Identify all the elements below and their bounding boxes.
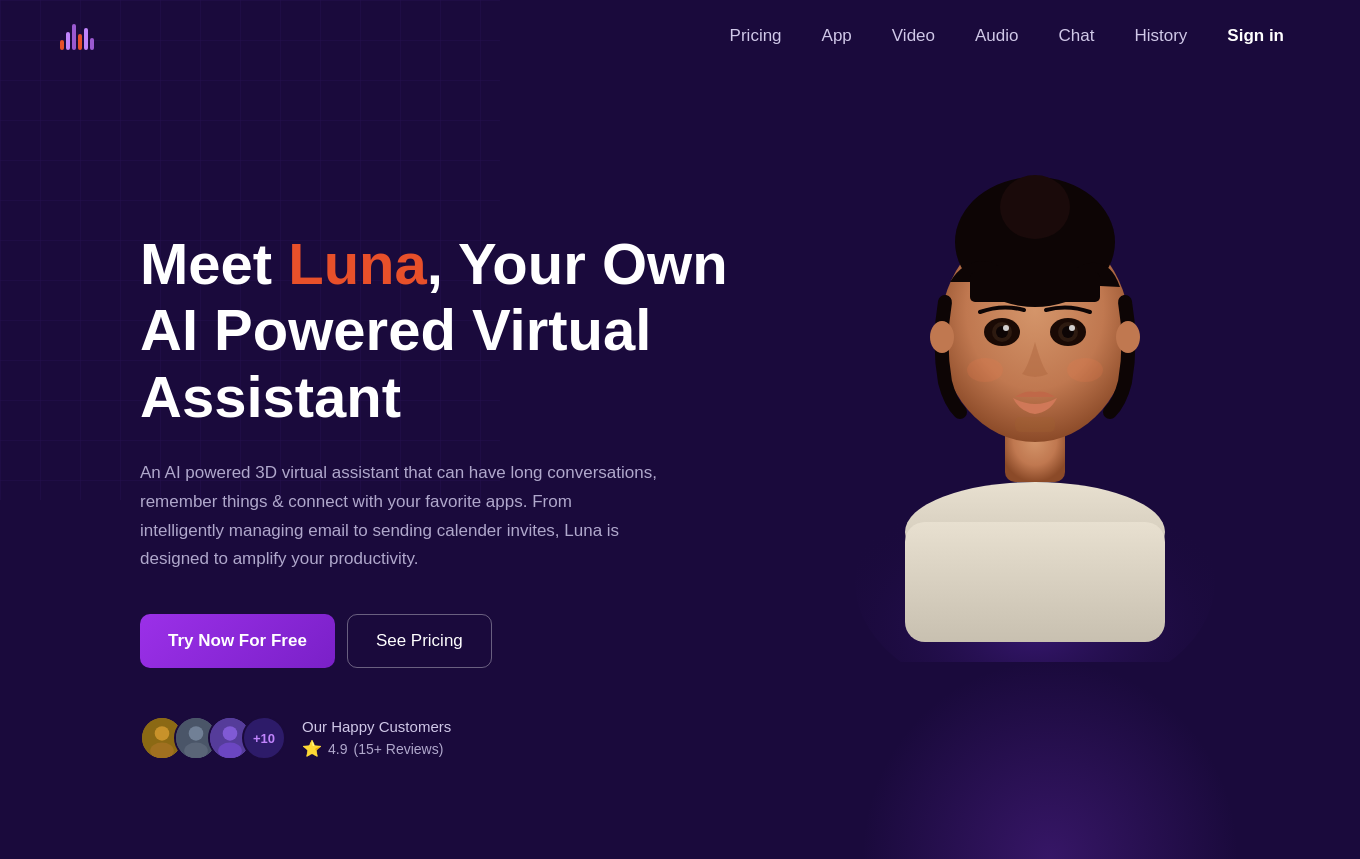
nav-links: Pricing App Video Audio Chat History Sig… xyxy=(714,16,1300,56)
hero-description: An AI powered 3D virtual assistant that … xyxy=(140,459,660,575)
svg-rect-16 xyxy=(970,272,1100,302)
avatar-group: +10 xyxy=(140,716,286,760)
hero-buttons: Try Now For Free See Pricing xyxy=(140,614,740,668)
svg-point-8 xyxy=(218,743,242,759)
ai-character-svg xyxy=(850,102,1220,662)
hero-title: Meet Luna, Your Own AI Powered Virtual A… xyxy=(140,231,740,431)
rating-value: 4.9 xyxy=(328,741,347,757)
try-now-button[interactable]: Try Now For Free xyxy=(140,614,335,668)
customers-label: Our Happy Customers xyxy=(302,718,451,735)
svg-point-17 xyxy=(930,321,954,353)
nav-item-pricing[interactable]: Pricing xyxy=(714,16,798,56)
svg-point-22 xyxy=(1003,325,1009,331)
svg-rect-12 xyxy=(905,522,1165,642)
logo-bar-4 xyxy=(78,34,82,50)
logo[interactable] xyxy=(60,22,94,50)
hero-title-name: Luna xyxy=(288,231,427,296)
svg-point-2 xyxy=(150,743,174,759)
nav-item-audio[interactable]: Audio xyxy=(959,16,1034,56)
svg-point-27 xyxy=(967,358,1003,382)
svg-point-5 xyxy=(184,743,208,759)
reviews-count: (15+ Reviews) xyxy=(353,741,443,757)
logo-bar-2 xyxy=(66,32,70,50)
sign-in-button[interactable]: Sign in xyxy=(1211,16,1300,56)
svg-point-26 xyxy=(1069,325,1075,331)
navbar: Pricing App Video Audio Chat History Sig… xyxy=(0,0,1360,72)
logo-icon xyxy=(60,22,94,50)
customers-rating: ⭐ 4.9 (15+ Reviews) xyxy=(302,739,451,758)
svg-point-18 xyxy=(1116,321,1140,353)
ai-avatar xyxy=(850,102,1220,682)
logo-bar-1 xyxy=(60,40,64,50)
logo-bar-3 xyxy=(72,24,76,50)
logo-bar-5 xyxy=(84,28,88,50)
nav-item-app[interactable]: App xyxy=(806,16,868,56)
nav-item-chat[interactable]: Chat xyxy=(1043,16,1111,56)
customers-section: +10 Our Happy Customers ⭐ 4.9 (15+ Revie… xyxy=(140,716,740,760)
svg-point-7 xyxy=(223,726,238,741)
logo-bar-6 xyxy=(90,38,94,50)
hero-title-prefix: Meet xyxy=(140,231,288,296)
star-icon: ⭐ xyxy=(302,739,322,758)
nav-item-video[interactable]: Video xyxy=(876,16,951,56)
hero-image xyxy=(740,132,1300,859)
svg-point-4 xyxy=(189,726,204,741)
hero-content: Meet Luna, Your Own AI Powered Virtual A… xyxy=(140,231,740,761)
svg-point-28 xyxy=(1067,358,1103,382)
svg-point-15 xyxy=(1000,175,1070,239)
hero-section: Meet Luna, Your Own AI Powered Virtual A… xyxy=(0,72,1360,859)
customer-avatar-plus: +10 xyxy=(242,716,286,760)
nav-item-history[interactable]: History xyxy=(1118,16,1203,56)
svg-rect-29 xyxy=(1015,417,1055,432)
see-pricing-button[interactable]: See Pricing xyxy=(347,614,492,668)
svg-point-1 xyxy=(155,726,170,741)
customers-info: Our Happy Customers ⭐ 4.9 (15+ Reviews) xyxy=(302,718,451,758)
